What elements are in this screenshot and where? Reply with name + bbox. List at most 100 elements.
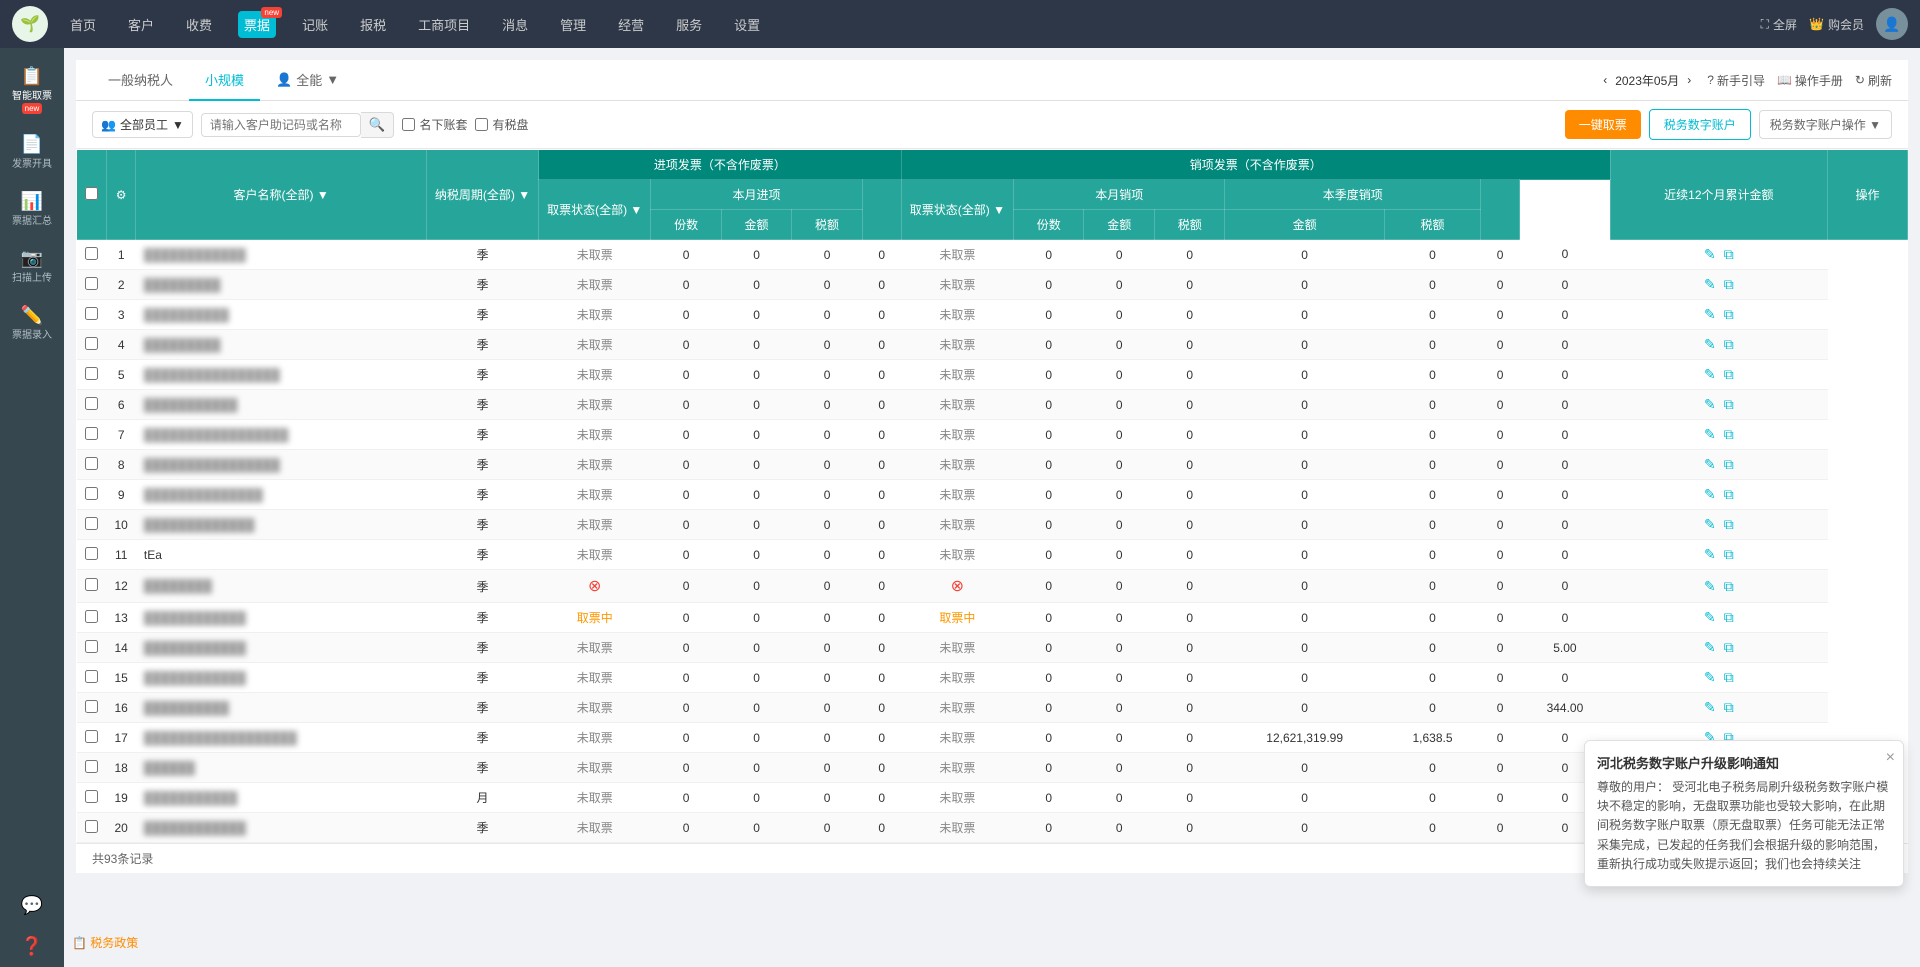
row-checkbox[interactable] (77, 480, 107, 510)
row-checkbox[interactable] (77, 450, 107, 480)
checkbox-my-accounts[interactable]: 名下账套 (402, 116, 467, 133)
row-checkbox[interactable] (77, 783, 107, 813)
manual-button[interactable]: 📖 操作手册 (1777, 72, 1843, 89)
row-checkbox[interactable] (77, 663, 107, 693)
copy-icon[interactable]: ⧉ (1724, 276, 1734, 293)
nav-settings[interactable]: 设置 (728, 11, 766, 38)
nav-business[interactable]: 工商项目 (412, 11, 476, 38)
row-sr-tax: 0 (1384, 753, 1480, 783)
th-out-ticket-status[interactable]: 取票状态(全部) ▼ (901, 180, 1013, 240)
edit-icon[interactable]: ✎ (1704, 246, 1716, 263)
copy-icon[interactable]: ⧉ (1724, 669, 1734, 686)
row-checkbox[interactable] (77, 360, 107, 390)
sidebar-item-entry[interactable]: ✏️ 票据录入 (0, 295, 64, 352)
edit-icon[interactable]: ✎ (1704, 669, 1716, 686)
edit-icon[interactable]: ✎ (1704, 306, 1716, 323)
edit-icon[interactable]: ✎ (1704, 456, 1716, 473)
copy-icon[interactable]: ⧉ (1724, 516, 1734, 533)
period-next-button[interactable]: › (1687, 73, 1691, 87)
tax-digital-ops-button[interactable]: 税务数字账户操作 ▼ (1759, 110, 1892, 139)
nav-ticket[interactable]: 票据 new (238, 11, 276, 38)
sidebar-item-summary[interactable]: 📊 票据汇总 (0, 181, 64, 238)
sidebar-item-chat[interactable]: 💬 (21, 885, 43, 926)
tax-policy-link[interactable]: 📋 税务政策 (72, 934, 138, 951)
row-checkbox[interactable] (77, 693, 107, 723)
period-prev-button[interactable]: ‹ (1603, 73, 1607, 87)
copy-icon[interactable]: ⧉ (1724, 426, 1734, 443)
notification-close-button[interactable]: × (1886, 749, 1895, 767)
edit-icon[interactable]: ✎ (1704, 578, 1716, 595)
tax-digital-button[interactable]: 税务数字账户 (1649, 109, 1751, 140)
sidebar-item-invoice[interactable]: 📄 发票开具 (0, 124, 64, 181)
fullscreen-button[interactable]: ⛶ 全屏 (1761, 16, 1797, 33)
search-input[interactable] (201, 113, 361, 137)
tab-all[interactable]: 👤 全能 ▼ (260, 60, 355, 101)
sidebar-item-smart-ticket[interactable]: 📋 智能取票 new (0, 56, 64, 124)
edit-icon[interactable]: ✎ (1704, 396, 1716, 413)
copy-icon[interactable]: ⧉ (1724, 246, 1734, 263)
sidebar-item-help[interactable]: ❓ (21, 926, 43, 967)
edit-icon[interactable]: ✎ (1704, 426, 1716, 443)
copy-icon[interactable]: ⧉ (1724, 609, 1734, 626)
new-guide-button[interactable]: ? 新手引导 (1707, 72, 1765, 89)
nav-manage[interactable]: 管理 (554, 11, 592, 38)
edit-icon[interactable]: ✎ (1704, 276, 1716, 293)
th-in-ticket-status[interactable]: 取票状态(全部) ▼ (539, 180, 651, 240)
row-checkbox[interactable] (77, 723, 107, 753)
checkbox-my-accounts-input[interactable] (402, 118, 415, 131)
user-avatar[interactable]: 👤 (1876, 8, 1908, 40)
row-checkbox[interactable] (77, 390, 107, 420)
copy-icon[interactable]: ⧉ (1724, 578, 1734, 595)
edit-icon[interactable]: ✎ (1704, 609, 1716, 626)
checkbox-has-tax-disk[interactable]: 有税盘 (475, 116, 528, 133)
employee-filter[interactable]: 👥 全部员工 ▼ (92, 111, 193, 138)
one-key-ticket-button[interactable]: 一键取票 (1565, 110, 1641, 139)
vip-button[interactable]: 👑 购会员 (1809, 16, 1864, 33)
tab-small-scale[interactable]: 小规模 (189, 60, 260, 101)
copy-icon[interactable]: ⧉ (1724, 336, 1734, 353)
refresh-button[interactable]: ↻ 刷新 (1855, 72, 1892, 89)
row-checkbox[interactable] (77, 300, 107, 330)
th-client-name[interactable]: 客户名称(全部) ▼ (136, 150, 427, 240)
copy-icon[interactable]: ⧉ (1724, 699, 1734, 716)
copy-icon[interactable]: ⧉ (1724, 639, 1734, 656)
nav-message[interactable]: 消息 (496, 11, 534, 38)
nav-home[interactable]: 首页 (64, 11, 102, 38)
select-all-checkbox[interactable] (85, 187, 98, 200)
copy-icon[interactable]: ⧉ (1724, 456, 1734, 473)
edit-icon[interactable]: ✎ (1704, 336, 1716, 353)
row-checkbox[interactable] (77, 753, 107, 783)
copy-icon[interactable]: ⧉ (1724, 306, 1734, 323)
edit-icon[interactable]: ✎ (1704, 486, 1716, 503)
row-checkbox[interactable] (77, 633, 107, 663)
sidebar-item-scan[interactable]: 📷 扫描上传 (0, 238, 64, 295)
row-checkbox[interactable] (77, 540, 107, 570)
row-checkbox[interactable] (77, 813, 107, 843)
row-checkbox[interactable] (77, 240, 107, 270)
edit-icon[interactable]: ✎ (1704, 366, 1716, 383)
nav-tax[interactable]: 报税 (354, 11, 392, 38)
copy-icon[interactable]: ⧉ (1724, 546, 1734, 563)
edit-icon[interactable]: ✎ (1704, 516, 1716, 533)
nav-accounting[interactable]: 记账 (296, 11, 334, 38)
edit-icon[interactable]: ✎ (1704, 546, 1716, 563)
row-checkbox[interactable] (77, 603, 107, 633)
row-checkbox[interactable] (77, 330, 107, 360)
tab-general-taxpayer[interactable]: 一般纳税人 (92, 60, 189, 101)
edit-icon[interactable]: ✎ (1704, 699, 1716, 716)
nav-service[interactable]: 服务 (670, 11, 708, 38)
copy-icon[interactable]: ⧉ (1724, 486, 1734, 503)
search-button[interactable]: 🔍 (361, 112, 395, 138)
row-checkbox[interactable] (77, 510, 107, 540)
copy-icon[interactable]: ⧉ (1724, 396, 1734, 413)
row-checkbox[interactable] (77, 270, 107, 300)
th-tax-cycle[interactable]: 纳税周期(全部) ▼ (426, 150, 538, 240)
copy-icon[interactable]: ⧉ (1724, 366, 1734, 383)
nav-fee[interactable]: 收费 (180, 11, 218, 38)
row-checkbox[interactable] (77, 570, 107, 603)
nav-operation[interactable]: 经营 (612, 11, 650, 38)
row-checkbox[interactable] (77, 420, 107, 450)
edit-icon[interactable]: ✎ (1704, 639, 1716, 656)
nav-client[interactable]: 客户 (122, 11, 160, 38)
checkbox-has-tax-disk-input[interactable] (475, 118, 488, 131)
